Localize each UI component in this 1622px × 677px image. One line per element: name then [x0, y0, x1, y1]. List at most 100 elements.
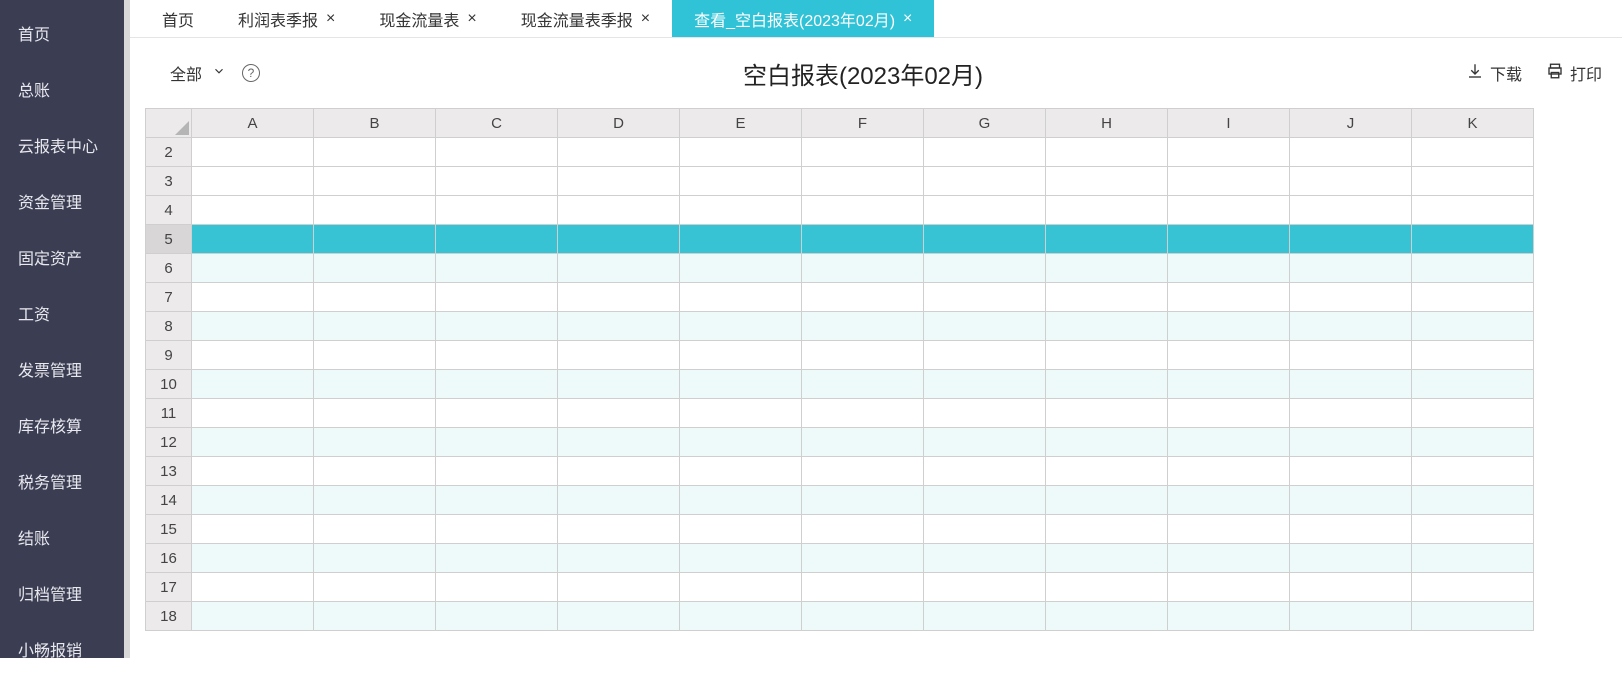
cell[interactable] [924, 457, 1046, 486]
cell[interactable] [1168, 602, 1290, 631]
cell[interactable] [924, 399, 1046, 428]
cell[interactable] [314, 138, 436, 167]
cell[interactable] [1046, 370, 1168, 399]
cell[interactable] [1412, 196, 1534, 225]
cell[interactable] [924, 196, 1046, 225]
cell[interactable] [436, 486, 558, 515]
sidebar-item[interactable]: 工资 [0, 285, 130, 341]
cell[interactable] [1168, 370, 1290, 399]
cell[interactable] [1290, 486, 1412, 515]
cell[interactable] [1412, 138, 1534, 167]
cell[interactable] [1412, 167, 1534, 196]
cell[interactable] [802, 167, 924, 196]
cell[interactable] [802, 602, 924, 631]
cell[interactable] [314, 515, 436, 544]
cell[interactable] [802, 370, 924, 399]
column-header[interactable]: E [680, 109, 802, 138]
cell[interactable] [924, 573, 1046, 602]
cell[interactable] [924, 283, 1046, 312]
close-icon[interactable]: × [467, 11, 476, 27]
cell[interactable] [192, 486, 314, 515]
sidebar-item[interactable]: 税务管理 [0, 453, 130, 509]
cell[interactable] [1290, 573, 1412, 602]
cell[interactable] [1168, 399, 1290, 428]
cell[interactable] [558, 341, 680, 370]
sidebar-item[interactable]: 固定资产 [0, 229, 130, 285]
cell[interactable] [1290, 544, 1412, 573]
tab[interactable]: 现金流量表季报× [499, 0, 672, 37]
cell[interactable] [1046, 167, 1168, 196]
column-header[interactable]: F [802, 109, 924, 138]
cell[interactable] [1046, 312, 1168, 341]
cell[interactable] [680, 138, 802, 167]
cell[interactable] [1290, 341, 1412, 370]
cell[interactable] [680, 573, 802, 602]
row-header[interactable]: 11 [146, 399, 192, 428]
cell[interactable] [1046, 225, 1168, 254]
cell[interactable] [1046, 602, 1168, 631]
cell[interactable] [1412, 225, 1534, 254]
cell[interactable] [1290, 138, 1412, 167]
cell[interactable] [1168, 341, 1290, 370]
cell[interactable] [558, 399, 680, 428]
column-header[interactable]: A [192, 109, 314, 138]
cell[interactable] [680, 602, 802, 631]
cell[interactable] [802, 515, 924, 544]
cell[interactable] [436, 457, 558, 486]
cell[interactable] [436, 370, 558, 399]
cell[interactable] [558, 225, 680, 254]
cell[interactable] [192, 399, 314, 428]
cell[interactable] [802, 486, 924, 515]
cell[interactable] [1168, 283, 1290, 312]
cell[interactable] [802, 225, 924, 254]
cell[interactable] [680, 515, 802, 544]
cell[interactable] [314, 225, 436, 254]
cell[interactable] [1412, 283, 1534, 312]
cell[interactable] [192, 312, 314, 341]
cell[interactable] [802, 196, 924, 225]
column-header[interactable]: I [1168, 109, 1290, 138]
cell[interactable] [436, 428, 558, 457]
cell[interactable] [1046, 283, 1168, 312]
cell[interactable] [314, 341, 436, 370]
cell[interactable] [314, 312, 436, 341]
close-icon[interactable]: × [641, 11, 650, 27]
cell[interactable] [314, 486, 436, 515]
row-header[interactable]: 10 [146, 370, 192, 399]
cell[interactable] [192, 283, 314, 312]
cell[interactable] [1290, 225, 1412, 254]
cell[interactable] [1168, 167, 1290, 196]
cell[interactable] [436, 196, 558, 225]
cell[interactable] [314, 167, 436, 196]
cell[interactable] [1046, 573, 1168, 602]
cell[interactable] [1412, 428, 1534, 457]
cell[interactable] [802, 312, 924, 341]
print-button[interactable]: 打印 [1546, 61, 1602, 85]
cell[interactable] [1168, 196, 1290, 225]
cell[interactable] [558, 283, 680, 312]
cell[interactable] [924, 254, 1046, 283]
cell[interactable] [1168, 138, 1290, 167]
row-header[interactable]: 18 [146, 602, 192, 631]
cell[interactable] [436, 399, 558, 428]
cell[interactable] [1412, 573, 1534, 602]
row-header[interactable]: 6 [146, 254, 192, 283]
column-header[interactable]: G [924, 109, 1046, 138]
sidebar-item[interactable]: 首页 [0, 5, 130, 61]
cell[interactable] [680, 428, 802, 457]
cell[interactable] [1046, 399, 1168, 428]
download-button[interactable]: 下载 [1466, 61, 1522, 85]
cell[interactable] [558, 544, 680, 573]
cell[interactable] [558, 370, 680, 399]
cell[interactable] [1290, 515, 1412, 544]
sidebar-item[interactable]: 小畅报销 [0, 621, 130, 677]
sidebar-item[interactable]: 发票管理 [0, 341, 130, 397]
sidebar-item[interactable]: 云报表中心 [0, 117, 130, 173]
cell[interactable] [1290, 399, 1412, 428]
cell[interactable] [192, 138, 314, 167]
cell[interactable] [802, 573, 924, 602]
cell[interactable] [680, 544, 802, 573]
cell[interactable] [192, 544, 314, 573]
cell[interactable] [924, 167, 1046, 196]
sidebar-item[interactable]: 总账 [0, 61, 130, 117]
